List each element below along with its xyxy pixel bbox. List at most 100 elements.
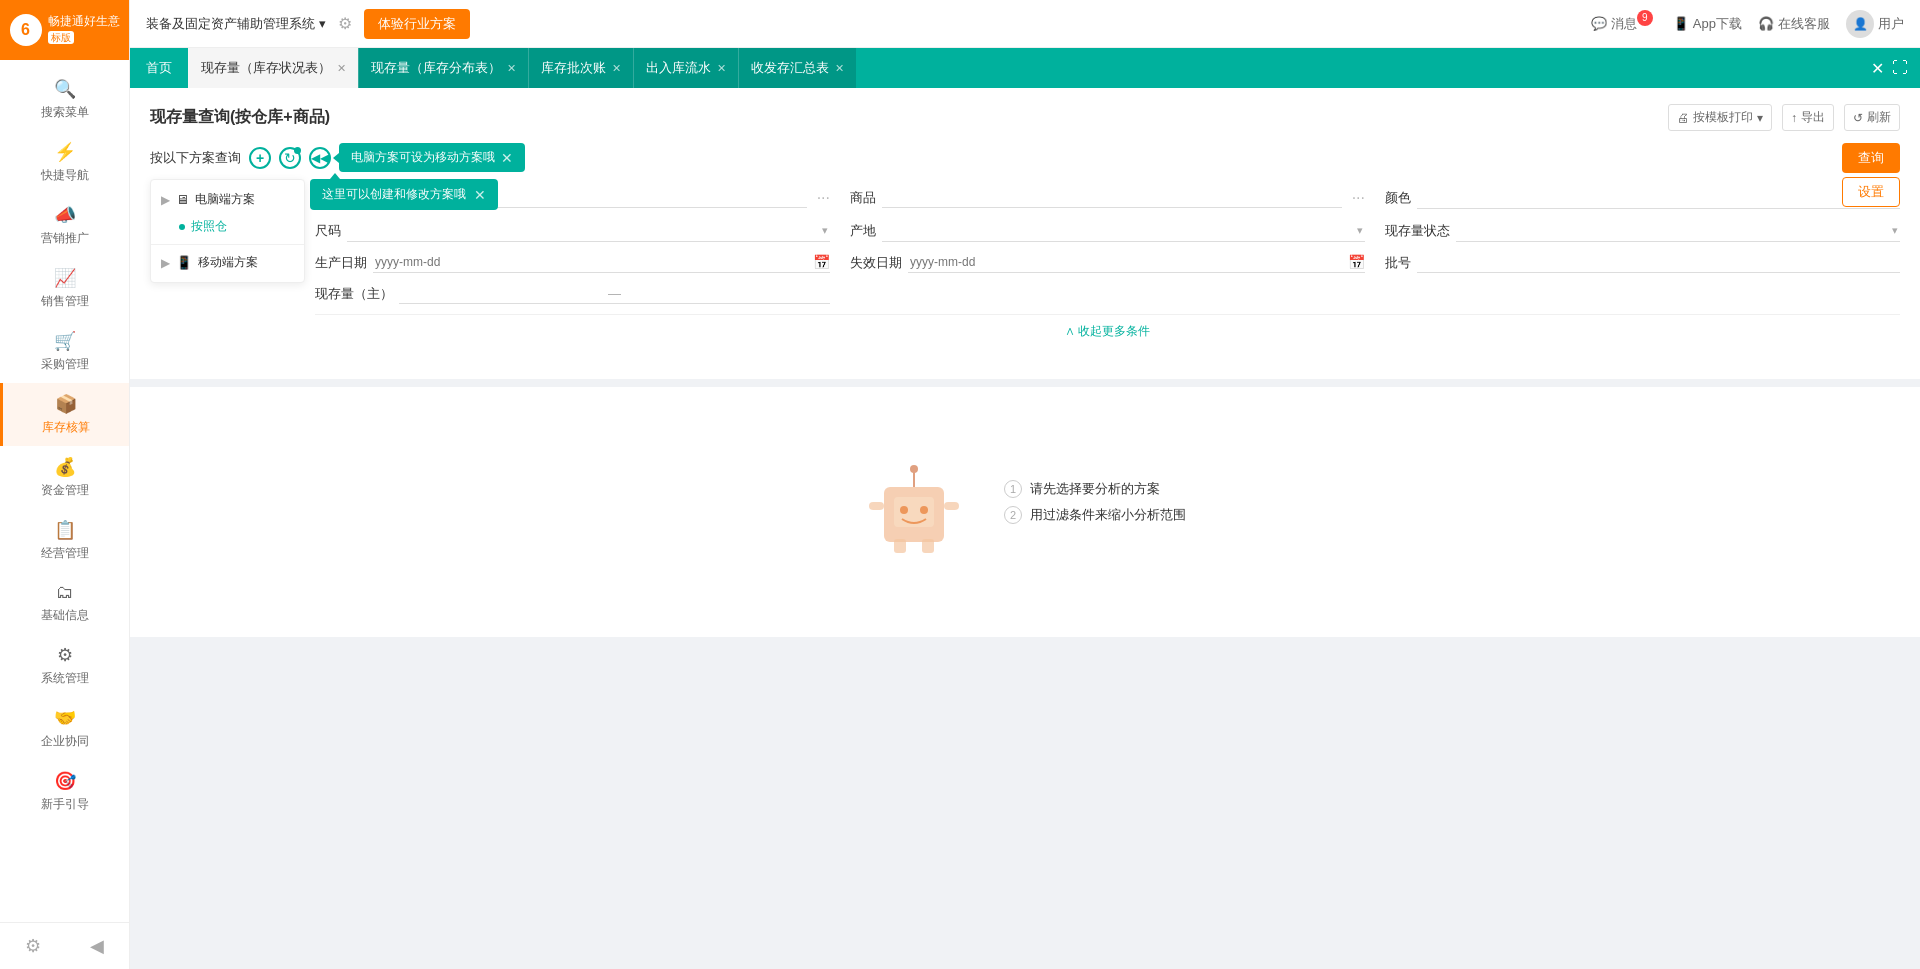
refresh-icon: ↺ [1853, 111, 1863, 125]
tab-inventory-dist[interactable]: 现存量（库存分布表） ✕ [358, 48, 528, 88]
system-dropdown[interactable]: 装备及固定资产辅助管理系统 ▾ [146, 15, 326, 33]
sidebar-item-inventory[interactable]: 📦 库存核算 [0, 383, 129, 446]
refresh-btn[interactable]: ↺ 刷新 [1844, 104, 1900, 131]
industry-btn[interactable]: 体验行业方案 [364, 9, 470, 39]
export-icon: ↑ [1791, 111, 1797, 125]
online-support-item[interactable]: 🎧 在线客服 [1758, 15, 1830, 33]
product-dots-icon[interactable]: ··· [1352, 189, 1365, 207]
tab-inout-flow[interactable]: 出入库流水 ✕ [633, 48, 738, 88]
pc-scheme-icon: 🖥 [176, 192, 189, 207]
size-select[interactable] [347, 219, 830, 241]
close-all-tabs-icon[interactable]: ✕ [1871, 59, 1884, 78]
tooltip1-close[interactable]: ✕ [501, 150, 513, 166]
color-select[interactable] [1417, 186, 1900, 208]
export-btn[interactable]: ↑ 导出 [1782, 104, 1834, 131]
sidebar-item-system[interactable]: ⚙ 系统管理 [0, 634, 129, 697]
stock-status-label: 现存量状态 [1385, 222, 1450, 240]
sidebar: 6 畅捷通好生意 标版 🔍 搜索菜单 ⚡ 快捷导航 📣 营销推广 📈 销售管理 … [0, 0, 130, 969]
sidebar-item-marketing[interactable]: 📣 营销推广 [0, 194, 129, 257]
fullscreen-icon[interactable]: ⛶ [1892, 59, 1908, 77]
svg-point-3 [920, 506, 928, 514]
print-dropdown-icon: ▾ [1757, 111, 1763, 125]
user-item[interactable]: 👤 用户 [1846, 10, 1904, 38]
settings-icon[interactable]: ⚙ [338, 14, 352, 33]
expire-date-calendar-icon[interactable]: 📅 [1348, 254, 1365, 270]
step-2-text: 用过滤条件来缩小分析范围 [1030, 506, 1186, 524]
sidebar-item-operation[interactable]: 📋 经营管理 [0, 509, 129, 572]
origin-select[interactable] [882, 219, 1365, 241]
batch-no-input[interactable] [1417, 252, 1900, 272]
tab-close-inout-flow[interactable]: ✕ [717, 62, 726, 75]
filter-cycle-btn[interactable]: ↻ [279, 147, 301, 169]
tab-batch-account[interactable]: 库存批次账 ✕ [528, 48, 633, 88]
filter-row-2: 尺码 产地 [315, 219, 1900, 242]
produce-date-calendar-icon[interactable]: 📅 [813, 254, 830, 270]
header-left: 装备及固定资产辅助管理系统 ▾ ⚙ 体验行业方案 [146, 9, 470, 39]
pc-scheme-node[interactable]: ▶ 🖥 电脑端方案 [151, 186, 304, 213]
tab-bar-actions: ✕ ⛶ [1859, 59, 1920, 78]
expire-date-field: 失效日期 📅 [850, 252, 1365, 273]
sidebar-item-quick-nav[interactable]: ⚡ 快捷导航 [0, 131, 129, 194]
print-icon: 🖨 [1677, 111, 1689, 125]
filter-back-btn[interactable]: ◀◀ [309, 147, 331, 169]
step-1-text: 请先选择要分析的方案 [1030, 480, 1160, 498]
logo-text: 畅捷通好生意 标版 [48, 14, 120, 45]
warehouse-dots-icon[interactable]: ··· [817, 189, 830, 207]
stock-main-to-input[interactable] [625, 283, 830, 303]
page-title: 现存量查询(按仓库+商品) [150, 107, 330, 128]
purchase-icon: 🛒 [54, 330, 76, 352]
tab-inventory-status[interactable]: 现存量（库存状况表） ✕ [188, 48, 358, 88]
sidebar-bottom: ⚙ ◀ [0, 922, 129, 969]
filter-row-1: 仓库 ··· 商品 ··· [315, 186, 1900, 209]
header-right: 💬 消息 9 📱 App下载 🎧 在线客服 👤 用户 [1591, 10, 1904, 38]
pc-scheme-child-node[interactable]: 按照仓 [151, 213, 304, 240]
mobile-scheme-node[interactable]: ▶ 📱 移动端方案 [151, 249, 304, 276]
color-field: 颜色 [1385, 186, 1900, 209]
operation-icon: 📋 [54, 519, 76, 541]
tab-receive-summary[interactable]: 收发存汇总表 ✕ [738, 48, 856, 88]
sidebar-item-finance[interactable]: 💰 资金管理 [0, 446, 129, 509]
app-download-item[interactable]: 📱 App下载 [1673, 15, 1742, 33]
print-btn[interactable]: 🖨 按模板打印 ▾ [1668, 104, 1772, 131]
sales-icon: 📈 [54, 267, 76, 289]
dropdown-arrow-icon: ▾ [319, 16, 326, 31]
tab-close-inventory-dist[interactable]: ✕ [507, 62, 516, 75]
collapse-row[interactable]: ∧ 收起更多条件 [315, 314, 1900, 348]
sidebar-item-purchase[interactable]: 🛒 采购管理 [0, 320, 129, 383]
tooltip2-close[interactable]: ✕ [474, 187, 486, 203]
tab-close-batch-account[interactable]: ✕ [612, 62, 621, 75]
sidebar-item-guide[interactable]: 🎯 新手引导 [0, 760, 129, 823]
produce-date-input[interactable] [373, 252, 811, 272]
expire-date-input[interactable] [908, 252, 1346, 272]
message-item[interactable]: 💬 消息 9 [1591, 15, 1657, 33]
tab-close-receive-summary[interactable]: ✕ [835, 62, 844, 75]
tab-close-inventory-status[interactable]: ✕ [337, 62, 346, 75]
svg-rect-6 [869, 502, 884, 510]
batch-no-field: 批号 [1385, 252, 1900, 273]
settings-bottom-icon[interactable]: ⚙ [25, 935, 41, 957]
svg-rect-9 [922, 539, 934, 553]
product-input[interactable] [882, 187, 1342, 207]
sidebar-item-enterprise[interactable]: 🤝 企业协同 [0, 697, 129, 760]
size-field-label: 尺码 [315, 222, 341, 240]
tab-home[interactable]: 首页 [130, 48, 188, 88]
empty-steps: 1 请先选择要分析的方案 2 用过滤条件来缩小分析范围 [1004, 480, 1186, 524]
search-btn[interactable]: 查询 [1842, 143, 1900, 173]
color-field-label: 颜色 [1385, 189, 1411, 207]
system-icon: ⚙ [57, 644, 73, 666]
expire-date-label: 失效日期 [850, 254, 902, 272]
stock-status-select[interactable] [1456, 219, 1900, 241]
sidebar-item-sales[interactable]: 📈 销售管理 [0, 257, 129, 320]
mobile-scheme-label: 移动端方案 [198, 254, 258, 271]
sidebar-item-search-menu[interactable]: 🔍 搜索菜单 [0, 68, 129, 131]
filter-add-btn[interactable]: + [249, 147, 271, 169]
sidebar-item-basic[interactable]: 🗂 基础信息 [0, 572, 129, 634]
stock-main-label: 现存量（主） [315, 285, 393, 303]
phone-icon: 📱 [1673, 16, 1689, 31]
pc-scheme-arrow: ▶ [161, 193, 170, 207]
stock-main-from-input[interactable] [399, 283, 604, 303]
collapse-sidebar-icon[interactable]: ◀ [90, 935, 104, 957]
message-icon: 💬 [1591, 16, 1607, 31]
mobile-scheme-icon: 📱 [176, 255, 192, 270]
setting-btn[interactable]: 设置 [1842, 177, 1900, 207]
